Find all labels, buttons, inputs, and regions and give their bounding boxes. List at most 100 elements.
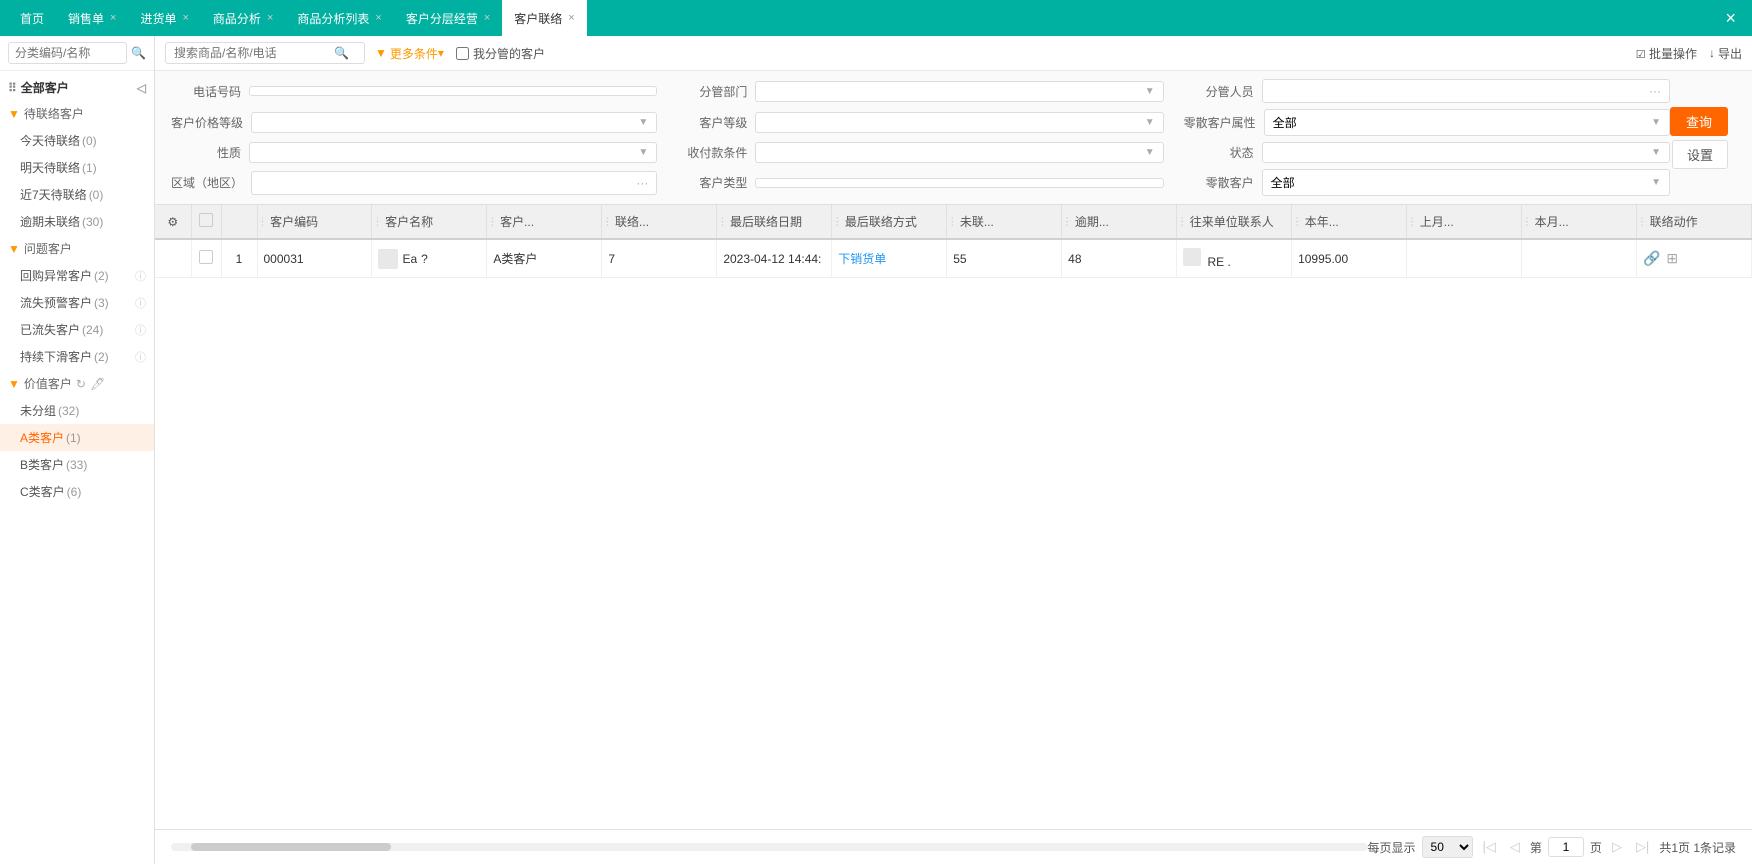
col-sep-icon-7: ⋮ <box>947 216 957 227</box>
next-page-btn[interactable]: ▷ <box>1608 839 1626 855</box>
filter-region-input[interactable]: ··· <box>251 171 657 195</box>
last-method-link[interactable]: 下销货单 <box>838 252 886 266</box>
customer-table: ⚙ ⋮ 客户编码 ⋮ 客户名称 <box>155 205 1752 278</box>
query-button[interactable]: 查询 <box>1670 107 1728 136</box>
filter-retail-customer-select[interactable]: 全部 ▼ <box>1262 169 1670 196</box>
last-page-btn[interactable]: ▷| <box>1632 839 1653 855</box>
sidebar-item-unclassified[interactable]: 未分组(32) <box>0 397 154 424</box>
filter-region-label: 区域（地区） <box>171 174 243 191</box>
col-sep-icon-8: ⋮ <box>1062 216 1072 227</box>
current-page-input[interactable] <box>1548 837 1584 857</box>
filter-customer-level: 客户等级 ▼ <box>677 112 1163 133</box>
row-check-cell <box>191 239 221 278</box>
row-code-cell: 000031 <box>257 239 372 278</box>
filter-person-input[interactable]: ··· <box>1262 79 1670 103</box>
nav-customer-tier[interactable]: 客户分层经营 × <box>394 0 502 36</box>
sidebar-item-7days[interactable]: 近7天待联络(0) <box>0 181 154 208</box>
advanced-filter: 电话号码 分管部门 ▼ <box>155 71 1752 205</box>
nav-customer-contact[interactable]: 客户联络 × <box>502 0 586 36</box>
setting-button[interactable]: 设置 <box>1672 140 1728 169</box>
close-analysis-tab[interactable]: × <box>267 12 273 24</box>
nav-analysis[interactable]: 商品分析 × <box>201 0 285 36</box>
filter-phone-input[interactable] <box>249 86 657 96</box>
batch-operation-btn[interactable]: ☑ 批量操作 <box>1636 45 1697 62</box>
sidebar-item-churned[interactable]: 已流失客户(24) ⓘ <box>0 316 154 343</box>
filter-price-level-select[interactable]: ▼ <box>251 112 657 133</box>
select-all-checkbox[interactable] <box>199 213 213 227</box>
export-btn[interactable]: ↓ 导出 <box>1709 45 1742 62</box>
row-this-year-cell: 10995.00 <box>1292 239 1407 278</box>
filter-person: 分管人员 ··· <box>1184 79 1670 103</box>
query-buttons: 查询 设置 <box>1670 79 1736 196</box>
more-filter-btn[interactable]: ▼ 更多条件 ▾ <box>375 45 444 62</box>
scrollbar-thumb[interactable] <box>191 843 391 851</box>
page-size-select[interactable]: 20 50 100 <box>1422 836 1473 858</box>
sidebar-item-tomorrow[interactable]: 明天待联络(1) <box>0 154 154 181</box>
filter-row-4: 区域（地区） ··· 客户类型 <box>171 169 1670 196</box>
prev-page-btn[interactable]: ◁ <box>1506 839 1524 855</box>
filter-dept-select[interactable]: ▼ <box>755 81 1163 102</box>
sidebar-item-declining[interactable]: 持续下滑客户(2) ⓘ <box>0 343 154 370</box>
close-customer-contact-tab[interactable]: × <box>568 12 574 24</box>
first-page-btn[interactable]: |◁ <box>1479 839 1500 855</box>
sidebar-item-overdue[interactable]: 逾期未联络(30) <box>0 208 154 235</box>
filter-status: 状态 ▼ <box>1184 142 1670 163</box>
triangle-icon-3: ▼ <box>8 377 20 391</box>
grid-icon: ⠿ <box>8 81 17 95</box>
group-pending-contact[interactable]: ▼ 待联络客户 <box>0 100 154 127</box>
nav-purchase[interactable]: 进货单 × <box>128 0 200 36</box>
sidebar-item-today[interactable]: 今天待联络(0) <box>0 127 154 154</box>
refresh-icon[interactable]: ↻ <box>76 377 86 391</box>
sidebar-item-c-class[interactable]: C类客户(6) <box>0 478 154 505</box>
filter-retail-attr-select[interactable]: 全部 ▼ <box>1264 109 1670 136</box>
filter-phone: 电话号码 <box>171 83 657 100</box>
filter-row-2: 客户价格等级 ▼ 客户等级 ▼ <box>171 109 1670 136</box>
group-problem-customers[interactable]: ▼ 问题客户 <box>0 235 154 262</box>
filter-retail-customer-label: 零散客户 <box>1184 174 1254 191</box>
action-link-icon[interactable]: 🔗 <box>1643 250 1660 267</box>
group-problem-label: 问题客户 <box>24 240 72 257</box>
filter-customer-type-input[interactable] <box>755 178 1163 188</box>
filter-price-level-label: 客户价格等级 <box>171 114 243 131</box>
sidebar-item-b-class[interactable]: B类客户(33) <box>0 451 154 478</box>
global-close-button[interactable]: × <box>1717 8 1744 29</box>
row-no-contact-cell: 55 <box>947 239 1062 278</box>
search-box: 🔍 <box>165 42 365 64</box>
my-customer-checkbox-label[interactable]: 我分管的客户 <box>456 45 545 62</box>
filter-status-select[interactable]: ▼ <box>1262 142 1670 163</box>
col-sep-icon-6: ⋮ <box>832 216 842 227</box>
group-value-customers[interactable]: ▼ 价值客户 ↻ 🖊 <box>0 370 154 397</box>
nav-sales[interactable]: 销售单 × <box>56 0 128 36</box>
settings-icon[interactable]: 🖊 <box>90 377 105 391</box>
close-analysis-list-tab[interactable]: × <box>375 12 381 24</box>
filter-retail-customer: 零散客户 全部 ▼ <box>1184 169 1670 196</box>
row-level-cell: A类客户 <box>487 239 602 278</box>
retail-attr-arrow-icon: ▼ <box>1651 117 1661 128</box>
sidebar-item-repurchase-abnormal[interactable]: 回购异常客户(2) ⓘ <box>0 262 154 289</box>
row-checkbox[interactable] <box>199 250 213 264</box>
sidebar-collapse-btn[interactable]: ◁ <box>137 81 146 95</box>
sidebar-item-a-class[interactable]: A类客户(1) <box>0 424 154 451</box>
info-icon-2: ⓘ <box>135 295 146 311</box>
filter-payment-select[interactable]: ▼ <box>755 142 1163 163</box>
nav-home[interactable]: 首页 <box>8 0 56 36</box>
all-customers-header: ⠿ 全部客户 ◁ <box>0 71 154 100</box>
filter-nature-select[interactable]: ▼ <box>249 142 657 163</box>
sidebar-search-input[interactable] <box>8 42 127 64</box>
filter-customer-level-select[interactable]: ▼ <box>755 112 1163 133</box>
col-num <box>221 205 257 239</box>
col-code: ⋮ 客户编码 <box>257 205 372 239</box>
close-purchase-tab[interactable]: × <box>182 12 188 24</box>
gear-icon[interactable]: ⚙ <box>167 215 178 229</box>
person-dots-icon: ··· <box>1649 84 1661 98</box>
main-search-input[interactable] <box>174 46 334 60</box>
col-sep-icon-10: ⋮ <box>1292 216 1302 227</box>
triangle-icon-2: ▼ <box>8 242 20 256</box>
close-sales-tab[interactable]: × <box>110 12 116 24</box>
close-customer-tier-tab[interactable]: × <box>484 12 490 24</box>
my-customer-checkbox[interactable] <box>456 47 469 60</box>
nav-analysis-list[interactable]: 商品分析列表 × <box>285 0 393 36</box>
filter-payment: 收付款条件 ▼ <box>677 142 1163 163</box>
sidebar-item-churn-warning[interactable]: 流失预警客户(3) ⓘ <box>0 289 154 316</box>
action-qr-icon[interactable]: ⊞ <box>1666 250 1678 267</box>
